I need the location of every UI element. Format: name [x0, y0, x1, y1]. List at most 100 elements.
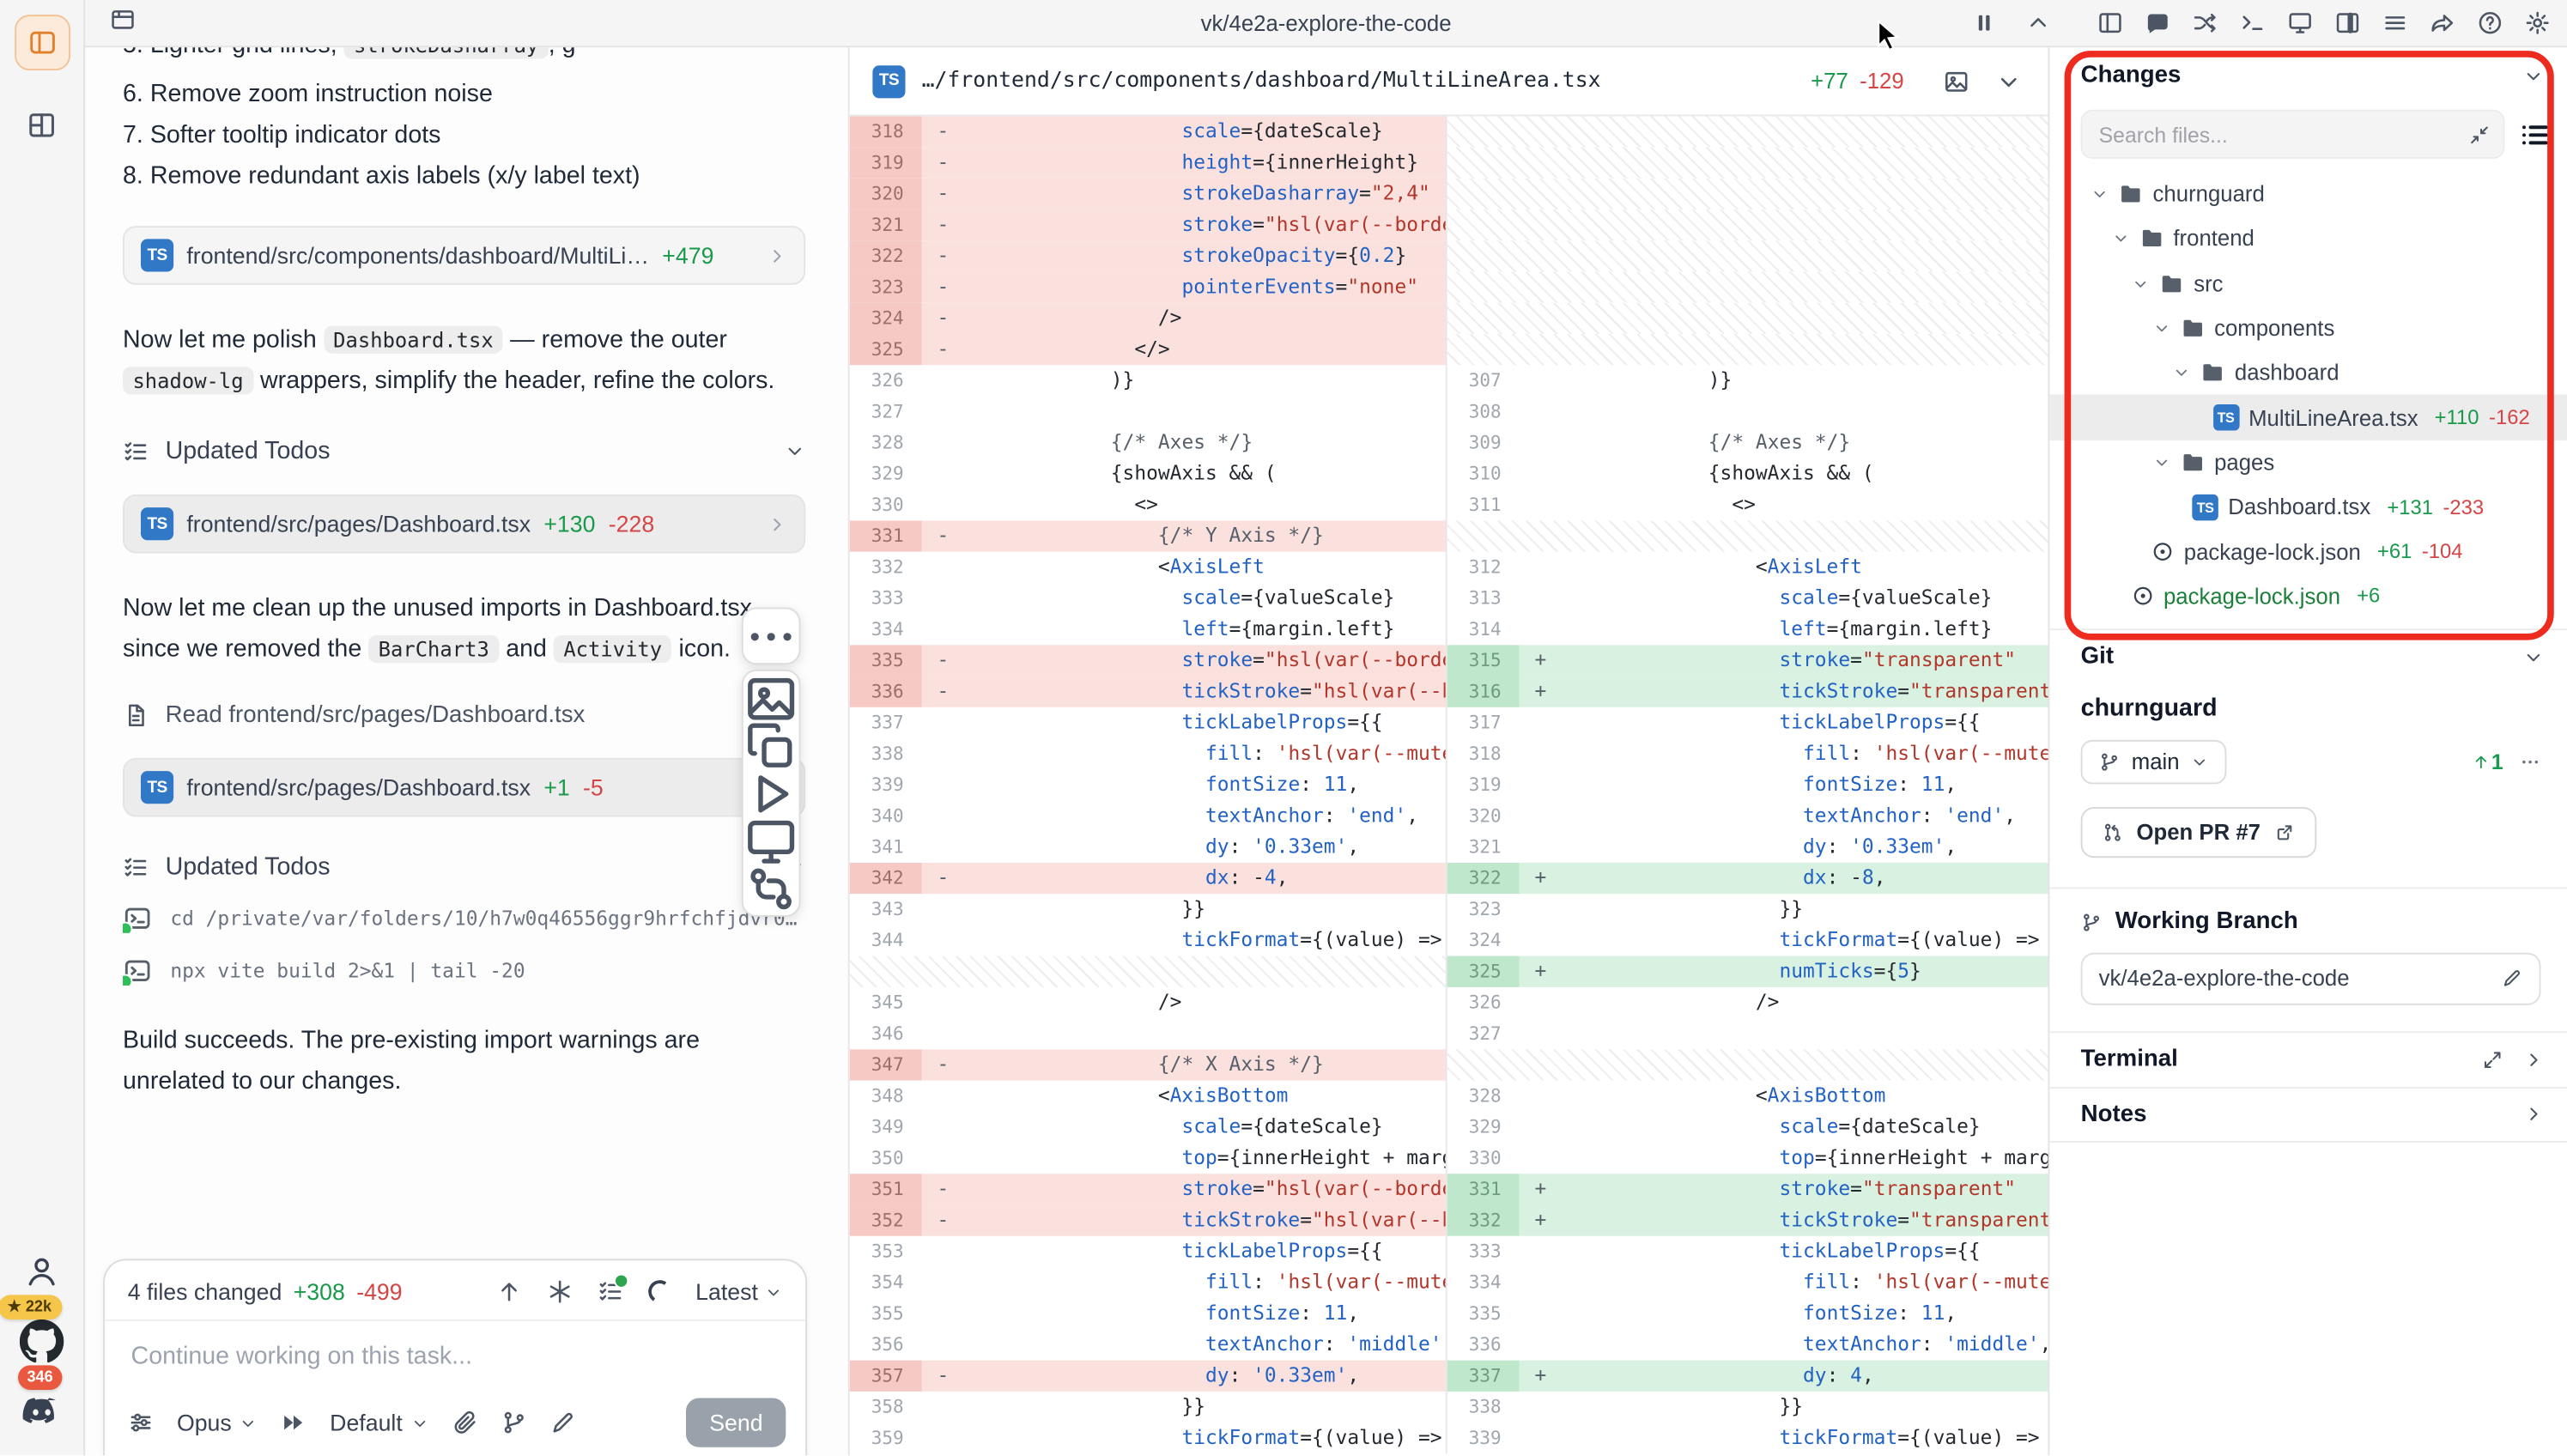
chevron-down-icon[interactable] [2523, 646, 2545, 668]
diff-view-icon[interactable] [1943, 68, 1969, 94]
chevron-down-icon[interactable] [2091, 185, 2109, 203]
board-view-button[interactable] [14, 97, 70, 153]
search-input[interactable] [2099, 122, 2460, 147]
chevron-right-icon[interactable] [2523, 1049, 2545, 1071]
more-action-icon[interactable] [743, 612, 799, 659]
arrow-up-icon[interactable] [496, 1278, 523, 1305]
code-line: <> [964, 489, 1446, 520]
read-file-row[interactable]: Read frontend/src/pages/Dashboard.tsx [123, 702, 805, 729]
window-tabs-icon[interactable] [110, 6, 137, 33]
tree-folder-frontend[interactable]: frontend [2049, 216, 2567, 261]
chat-bubble-icon[interactable] [2145, 9, 2171, 36]
tree-file-MultiLineArea.tsx[interactable]: TSMultiLineArea.tsx+110-162 [2049, 395, 2567, 440]
account-button[interactable] [14, 1246, 70, 1295]
diff-row: 338 fill: 'hsl(var(--muted-foreground))'… [850, 738, 2048, 769]
chevron-right-icon[interactable] [766, 245, 787, 266]
line-number: 322 [1447, 863, 1520, 894]
attachment-icon[interactable] [452, 1410, 478, 1436]
working-branch-field[interactable]: vk/4e2a-explore-the-code [2081, 953, 2541, 1005]
monitor-action-icon[interactable] [743, 817, 799, 864]
collapse-up-icon[interactable] [2025, 9, 2052, 36]
changes-section-header[interactable]: Changes [2049, 47, 2567, 103]
image-action-icon[interactable] [743, 675, 799, 722]
chevron-down-icon[interactable] [2523, 64, 2545, 86]
shuffle-icon[interactable] [2192, 9, 2218, 36]
code-line: textAnchor: 'middle', [964, 1329, 1446, 1360]
terminal-icon[interactable] [2240, 9, 2267, 36]
diff-row: 334 left={margin.left}314 left={margin.l… [850, 614, 2048, 645]
added-count: +308 [294, 1278, 345, 1305]
chevron-down-icon[interactable] [2111, 230, 2129, 248]
todos-notification-icon[interactable] [598, 1278, 624, 1305]
pause-icon[interactable] [1971, 9, 1998, 36]
share-forward-icon[interactable] [2430, 9, 2456, 36]
terminal-command-row[interactable]: cd /private/var/folders/10/h7w0q46556ggr… [123, 904, 805, 933]
monitor-icon[interactable] [2287, 9, 2314, 36]
github-link[interactable]: ★ 22k [14, 1316, 70, 1365]
file-change-chip[interactable]: TS frontend/src/pages/Dashboard.tsx +1 -… [123, 758, 805, 817]
git-section-header[interactable]: Git [2049, 628, 2567, 684]
spark-icon[interactable] [547, 1278, 573, 1305]
panel-right-icon[interactable] [2334, 9, 2361, 36]
compare-action-icon[interactable] [743, 864, 799, 912]
branch-select[interactable]: main [2081, 740, 2227, 784]
open-pr-button[interactable]: Open PR #7 [2081, 807, 2316, 858]
updated-todos-row[interactable]: Updated Todos [123, 437, 805, 464]
discord-link[interactable]: 346 [14, 1386, 70, 1435]
mode-select[interactable]: Default [330, 1410, 428, 1436]
tree-folder-churnguard[interactable]: churnguard [2049, 172, 2567, 216]
diff-ctx-cell: 335 fontSize: 11, [1447, 1298, 2048, 1329]
updated-todos-row[interactable]: Updated Todos [123, 852, 805, 880]
tree-file-Dashboard.tsx[interactable]: TSDashboard.tsx+131-233 [2049, 485, 2567, 530]
chevron-down-icon[interactable] [784, 440, 805, 462]
tree-view-toggle-icon[interactable] [2520, 118, 2551, 149]
version-select[interactable]: Latest [695, 1278, 782, 1305]
diff-sign [922, 428, 965, 458]
tree-folder-pages[interactable]: pages [2049, 440, 2567, 485]
tree-item-name: pages [2214, 450, 2274, 475]
panel-left-icon[interactable] [2097, 9, 2124, 36]
model-select[interactable]: Opus [177, 1410, 258, 1436]
diff-sign [1520, 489, 1563, 520]
workspace-logo[interactable] [14, 15, 70, 70]
copy-action-icon[interactable] [743, 722, 799, 769]
chevron-down-icon[interactable] [2172, 364, 2190, 382]
chevron-down-icon[interactable] [1995, 68, 2022, 94]
tree-file-package-lock.json[interactable]: package-lock.json+61-104 [2049, 530, 2567, 574]
line-number: 326 [850, 365, 922, 396]
removed-count: -228 [609, 511, 654, 537]
send-button[interactable]: Send [687, 1398, 786, 1447]
chat-input[interactable] [105, 1321, 770, 1386]
menu-icon[interactable] [2382, 9, 2409, 36]
tree-folder-components[interactable]: components [2049, 306, 2567, 350]
fast-forward-icon[interactable] [281, 1410, 307, 1436]
file-change-chip[interactable]: TS frontend/src/components/dashboard/Mul… [123, 226, 805, 285]
collapse-all-icon[interactable] [2469, 124, 2491, 145]
removed-count: -162 [2489, 406, 2530, 429]
line-number: 325 [850, 334, 922, 365]
notes-section-header[interactable]: Notes [2049, 1087, 2567, 1143]
chevron-down-icon[interactable] [2132, 275, 2150, 293]
more-options-icon[interactable] [2520, 751, 2541, 773]
settings-gear-icon[interactable] [2524, 9, 2551, 36]
expand-icon[interactable] [2482, 1049, 2503, 1071]
tree-folder-dashboard[interactable]: dashboard [2049, 350, 2567, 395]
edit-pencil-icon[interactable] [2502, 968, 2523, 990]
file-change-chip[interactable]: TS frontend/src/pages/Dashboard.tsx +130… [123, 494, 805, 554]
help-icon[interactable] [2477, 9, 2503, 36]
chevron-right-icon[interactable] [2523, 1104, 2545, 1125]
document-icon [123, 702, 149, 729]
terminal-command-row[interactable]: npx vite build 2>&1 | tail -20 [123, 956, 805, 986]
pen-icon[interactable] [549, 1410, 576, 1436]
terminal-section-header[interactable]: Terminal [2049, 1031, 2567, 1087]
tree-file-package-lock.json[interactable]: package-lock.json+6 [2049, 574, 2567, 619]
run-action-icon[interactable] [743, 769, 799, 816]
diff-add-cell: 316+ tickStroke="transparent" [1447, 676, 2048, 707]
tree-folder-src[interactable]: src [2049, 261, 2567, 306]
diff-add-cell: 315+ stroke="transparent" [1447, 645, 2048, 676]
chevron-down-icon[interactable] [2152, 319, 2170, 337]
branch-icon[interactable] [501, 1410, 527, 1436]
chevron-right-icon[interactable] [766, 513, 787, 535]
settings-sliders-icon[interactable] [128, 1410, 155, 1436]
chevron-down-icon[interactable] [2152, 453, 2170, 471]
